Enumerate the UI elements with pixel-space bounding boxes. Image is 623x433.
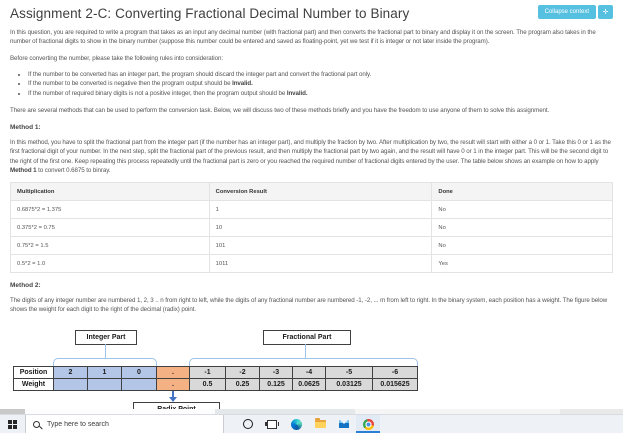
windows-logo-icon (8, 419, 12, 424)
column-header: Multiplication (10, 182, 210, 202)
table-row: 0.375*2 = 0.75 10 No (10, 218, 613, 238)
mail-icon (339, 420, 349, 428)
table-cell: 0.6875*2 = 1.375 (10, 200, 210, 220)
integer-brace (53, 357, 157, 366)
table-cell: 0.75*2 = 1.5 (10, 236, 210, 256)
collapse-context-button[interactable]: Collapse context (537, 5, 596, 19)
weights-diagram: Integer Part Fractional Part Position 2 … (10, 327, 613, 409)
start-button[interactable] (0, 415, 25, 433)
table-cell: 10 (208, 218, 433, 238)
rule-text: If the number of required binary digits … (28, 90, 287, 98)
row-label: Weight (13, 377, 54, 391)
table-row: 0.6875*2 = 1.375 1 No (10, 200, 613, 220)
weight-cell: 0.03125 (325, 377, 373, 391)
rule-item: If the number of required binary digits … (28, 89, 613, 99)
integer-part-label: Integer Part (75, 329, 137, 345)
file-explorer-icon (314, 418, 326, 428)
row-label: Position (13, 365, 54, 379)
fractional-brace-stem (305, 343, 306, 358)
edge-button[interactable] (284, 415, 308, 433)
search-icon (33, 420, 40, 428)
table-cell: No (431, 236, 613, 256)
fractional-brace (189, 357, 418, 366)
position-cell: -2 (225, 365, 260, 379)
method1-bold: Method 1 (10, 166, 37, 174)
method1-text: In this method, you have to split the fr… (10, 138, 611, 165)
column-header: Done (431, 182, 613, 202)
table-header-row: Multiplication Conversion Result Done (10, 182, 613, 202)
weight-cell (121, 377, 157, 391)
table-cell: 0.375*2 = 0.75 (10, 218, 210, 238)
rules-list: If the number to be converted has an int… (28, 70, 613, 99)
weight-cell (53, 377, 88, 391)
methods-note: There are several methods that can be us… (10, 106, 550, 114)
expand-icon: ✛ (602, 8, 609, 16)
method2-heading: Method 2: (10, 282, 41, 290)
table-cell: No (431, 218, 613, 238)
radix-cell: . (156, 365, 190, 379)
radix-cell: . (156, 377, 190, 391)
table-cell: Yes (431, 254, 613, 274)
conversion-table: Multiplication Conversion Result Done 0.… (10, 182, 613, 274)
table-cell: No (431, 200, 613, 220)
table-cell: 0.5*2 = 1.0 (10, 254, 210, 274)
windows-taskbar (0, 414, 623, 433)
weight-cell (87, 377, 122, 391)
chrome-button[interactable] (356, 415, 380, 433)
position-row: Position 2 1 0 . -1 -2 -3 -4 -5 -6 (13, 365, 418, 379)
position-weight-table: Position 2 1 0 . -1 -2 -3 -4 -5 -6 Weigh… (13, 365, 418, 391)
integer-brace-stem (105, 343, 106, 358)
taskbar-search[interactable] (25, 415, 224, 433)
table-row: 0.75*2 = 1.5 101 No (10, 236, 613, 256)
table-cell: 101 (208, 236, 433, 256)
weight-cell: 0.125 (259, 377, 293, 391)
rule-bold: Invalid. (286, 90, 308, 98)
mail-button[interactable] (332, 415, 356, 433)
file-explorer-button[interactable] (308, 415, 332, 433)
weight-cell: 0.0625 (292, 377, 326, 391)
table-row: 0.5*2 = 1.0 1011 Yes (10, 254, 613, 274)
method1-paragraph: In this method, you have to split the fr… (10, 138, 613, 175)
header-buttons: Collapse context ✛ (537, 5, 613, 19)
position-cell: 2 (53, 365, 88, 379)
position-cell: -3 (259, 365, 293, 379)
position-cell: 0 (121, 365, 157, 379)
method2-paragraph: The digits of any integer number are num… (10, 297, 608, 314)
fractional-part-label: Fractional Part (263, 329, 351, 345)
position-cell: -1 (189, 365, 226, 379)
expand-button[interactable]: ✛ (598, 5, 613, 19)
method1-heading: Method 1: (10, 123, 41, 131)
table-cell: 1 (208, 200, 433, 220)
cortana-button[interactable] (236, 415, 260, 433)
weight-cell: 0.25 (225, 377, 260, 391)
chrome-icon (362, 418, 374, 430)
rules-intro: Before converting the number, please tak… (10, 54, 223, 62)
weight-cell: 0.015625 (372, 377, 418, 391)
rule-bold: Invalid. (232, 80, 253, 88)
weight-cell: 0.5 (189, 377, 226, 391)
method1-text: to convert 0.6875 to binray. (36, 166, 111, 174)
taskbar-icons (236, 415, 380, 433)
assignment-page: Assignment 2-C: Converting Fractional De… (0, 0, 623, 409)
weight-row: Weight . 0.5 0.25 0.125 0.0625 0.03125 0… (13, 377, 418, 391)
position-cell: -5 (325, 365, 373, 379)
rule-item: If the number to be converted is negativ… (28, 79, 613, 89)
task-view-button[interactable] (260, 415, 284, 433)
position-cell: -6 (372, 365, 418, 379)
intro-paragraph: In this question, you are required to wr… (10, 29, 596, 46)
rule-text: If the number to be converted is negativ… (28, 80, 233, 88)
table-cell: 1011 (208, 254, 433, 274)
edge-icon (290, 418, 302, 430)
cortana-icon (243, 419, 253, 429)
rule-text: If the number to be converted has an int… (28, 70, 372, 78)
task-view-icon (265, 419, 279, 429)
search-input[interactable] (45, 419, 199, 429)
column-header: Conversion Result (208, 182, 433, 202)
position-cell: 1 (87, 365, 122, 379)
page-header: Assignment 2-C: Converting Fractional De… (10, 4, 613, 28)
radix-point-label: Radix Point (133, 401, 220, 409)
position-cell: -4 (292, 365, 326, 379)
page-title: Assignment 2-C: Converting Fractional De… (10, 6, 410, 21)
rule-item: If the number to be converted has an int… (28, 70, 613, 80)
